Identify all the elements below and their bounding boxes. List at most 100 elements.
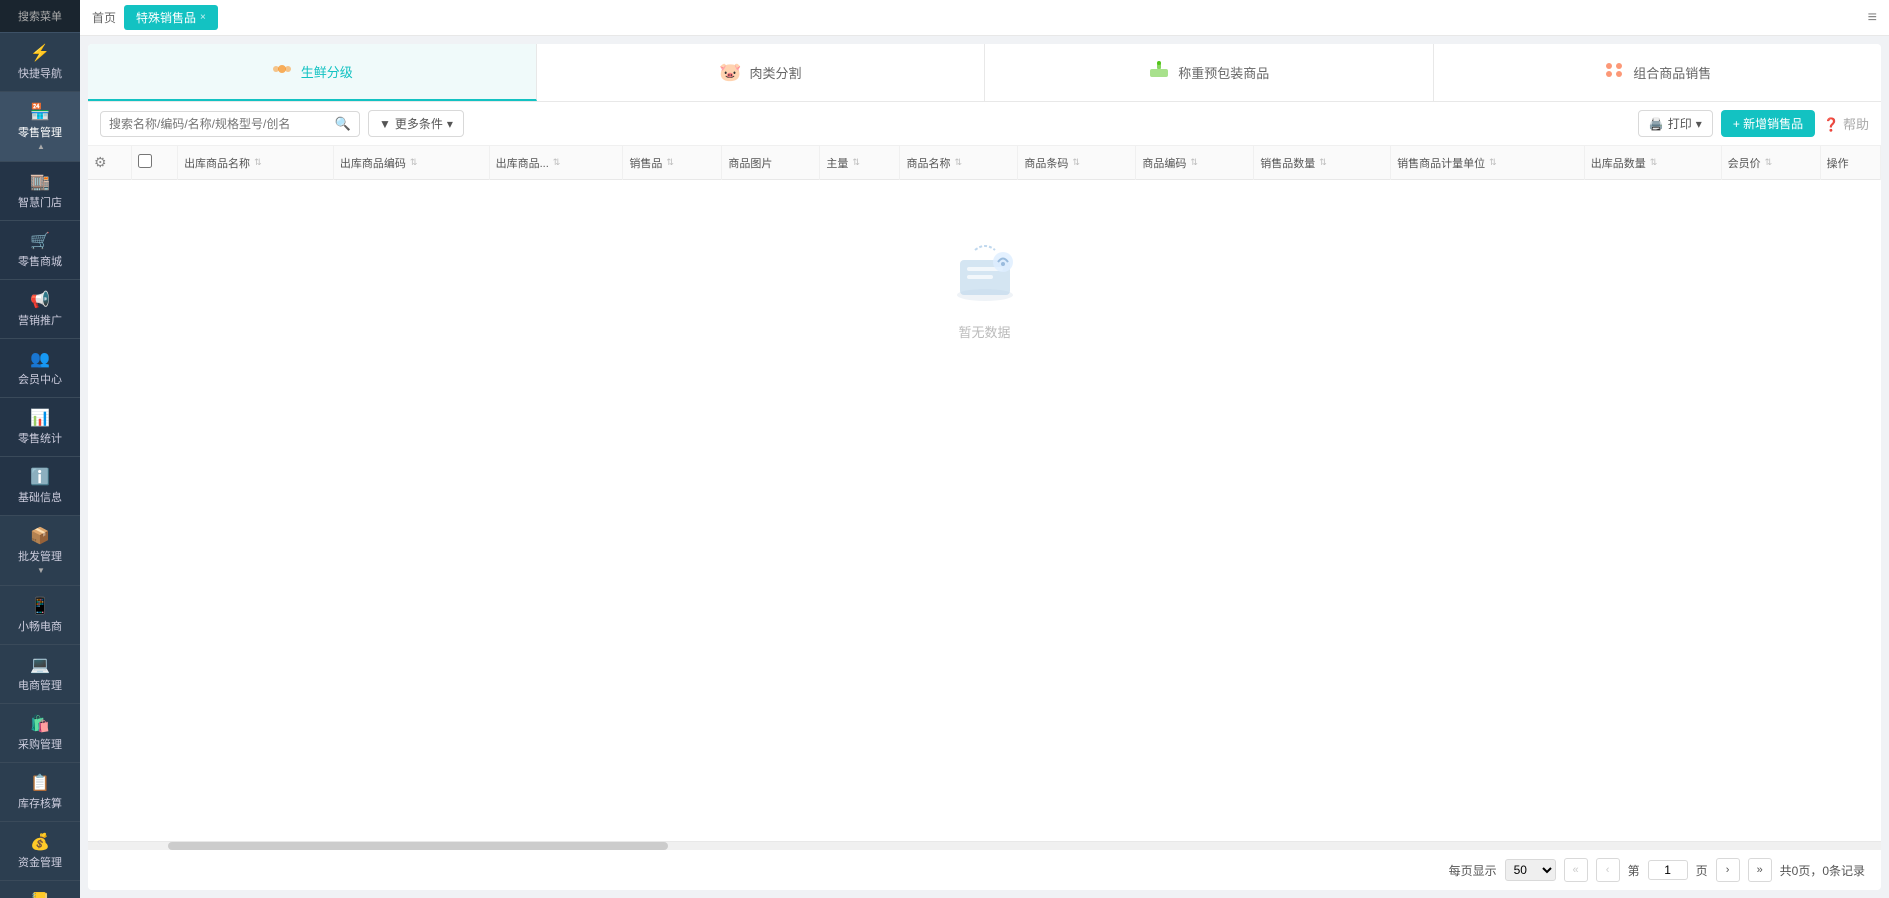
prev-page-button[interactable]: ‹ bbox=[1596, 858, 1620, 882]
col-checkbox[interactable] bbox=[131, 146, 177, 180]
sidebar-item-member-center[interactable]: 👥 会员中心 bbox=[0, 339, 80, 398]
col-out-goods-name[interactable]: 出库商品名称 ⇅ bbox=[178, 146, 334, 180]
total-label: 共0页，0条记录 bbox=[1780, 862, 1865, 879]
help-icon: ❓ bbox=[1823, 117, 1839, 132]
active-tab[interactable]: 特殊销售品 × bbox=[124, 5, 218, 30]
next-page-icon: › bbox=[1726, 864, 1730, 876]
sort-icon[interactable]: ⇅ bbox=[254, 157, 262, 168]
next-page-button[interactable]: › bbox=[1716, 858, 1740, 882]
empty-icon bbox=[945, 240, 1025, 310]
sidebar-item-label: 零售管理 bbox=[18, 124, 62, 140]
col-weight[interactable]: 主量 ⇅ bbox=[820, 146, 900, 180]
col-out-goods-code[interactable]: 出库商品编码 ⇅ bbox=[333, 146, 489, 180]
search-box[interactable]: 🔍 bbox=[100, 111, 360, 137]
page-number-input[interactable] bbox=[1648, 860, 1688, 880]
col-goods-image: 商品图片 bbox=[722, 146, 820, 180]
last-page-icon: » bbox=[1757, 864, 1763, 876]
sort-icon[interactable]: ⇅ bbox=[1489, 157, 1497, 168]
sidebar-item-mini-ecom[interactable]: 📱 小畅电商 bbox=[0, 586, 80, 645]
filter-arrow-icon: ▾ bbox=[447, 117, 453, 131]
filter-button[interactable]: ▼ 更多条件 ▾ bbox=[368, 110, 464, 137]
sort-icon[interactable]: ⇅ bbox=[852, 157, 860, 168]
sort-icon[interactable]: ⇅ bbox=[1650, 157, 1658, 168]
tab-fresh-grade[interactable]: 生鲜分级 bbox=[88, 44, 537, 101]
meat-cut-icon: 🐷 bbox=[719, 62, 741, 83]
horizontal-scrollbar[interactable] bbox=[88, 841, 1881, 849]
col-member-price[interactable]: 会员价 ⇅ bbox=[1721, 146, 1820, 180]
col-sales-goods[interactable]: 销售品 ⇅ bbox=[623, 146, 722, 180]
sidebar-item-retail-mall[interactable]: 🛒 零售商城 bbox=[0, 221, 80, 280]
print-label: 打印 bbox=[1668, 115, 1692, 132]
sort-icon[interactable]: ⇅ bbox=[1072, 157, 1080, 168]
purchase-mgmt-icon: 🛍️ bbox=[30, 714, 50, 734]
sidebar-item-label: 智慧门店 bbox=[18, 194, 62, 210]
sidebar-item-ecom-mgmt[interactable]: 💻 电商管理 bbox=[0, 645, 80, 704]
sidebar-item-retail-stats[interactable]: 📊 零售统计 bbox=[0, 398, 80, 457]
select-all-checkbox[interactable] bbox=[138, 154, 152, 168]
page-unit: 页 bbox=[1696, 862, 1708, 879]
sidebar-item-smart-store[interactable]: 🏬 智慧门店 bbox=[0, 162, 80, 221]
search-icon[interactable]: 🔍 bbox=[335, 116, 351, 132]
tab-meat-cut[interactable]: 🐷 肉类分割 bbox=[537, 44, 986, 101]
col-settings[interactable]: ⚙ bbox=[88, 146, 131, 180]
last-page-button[interactable]: » bbox=[1748, 858, 1772, 882]
sidebar-item-basic-info[interactable]: ℹ️ 基础信息 bbox=[0, 457, 80, 516]
sidebar-item-label: 库存核算 bbox=[18, 795, 62, 811]
sidebar-item-label: 会员中心 bbox=[18, 371, 62, 387]
retail-stats-icon: 📊 bbox=[30, 408, 50, 428]
tab-combo-sales[interactable]: 组合商品销售 bbox=[1434, 44, 1882, 101]
sidebar-item-label: 快捷导航 bbox=[18, 65, 62, 81]
home-tab[interactable]: 首页 bbox=[92, 9, 116, 26]
sort-icon[interactable]: ⇅ bbox=[954, 157, 962, 168]
table-header-row: ⚙ 出库商品名称 ⇅ 出库商 bbox=[88, 146, 1881, 180]
tab-combo-sales-label: 组合商品销售 bbox=[1633, 63, 1711, 82]
general-ledger-icon: 📒 bbox=[30, 891, 50, 898]
sidebar-item-retail-mgmt[interactable]: 🏪 零售管理 bbox=[0, 92, 80, 162]
sidebar-item-batch-mgmt[interactable]: 📦 批发管理 bbox=[0, 516, 80, 586]
sidebar-item-sales-promo[interactable]: 📢 营销推广 bbox=[0, 280, 80, 339]
col-sales-unit[interactable]: 销售商品计量单位 ⇅ bbox=[1391, 146, 1585, 180]
sidebar-item-quick-nav[interactable]: ⚡ 快捷导航 bbox=[0, 33, 80, 92]
help-button[interactable]: ❓ 帮助 bbox=[1823, 114, 1869, 133]
retail-mall-icon: 🛒 bbox=[30, 231, 50, 251]
fresh-grade-icon bbox=[271, 58, 293, 85]
add-button-label: + 新增销售品 bbox=[1733, 115, 1803, 132]
sort-icon[interactable]: ⇅ bbox=[1319, 157, 1327, 168]
sort-icon[interactable]: ⇅ bbox=[1190, 157, 1198, 168]
sidebar-item-stock-settle[interactable]: 📋 库存核算 bbox=[0, 763, 80, 822]
scrollbar-thumb[interactable] bbox=[168, 842, 668, 850]
per-page-select[interactable]: 50 10 20 100 bbox=[1505, 859, 1556, 881]
smart-store-icon: 🏬 bbox=[30, 172, 50, 192]
table-container: ⚙ 出库商品名称 ⇅ 出库商 bbox=[88, 146, 1881, 841]
col-out-goods-spec[interactable]: 出库商品... ⇅ bbox=[489, 146, 623, 180]
sort-icon[interactable]: ⇅ bbox=[666, 157, 674, 168]
first-page-button[interactable]: « bbox=[1564, 858, 1588, 882]
sidebar-item-purchase-mgmt[interactable]: 🛍️ 采购管理 bbox=[0, 704, 80, 763]
sort-icon[interactable]: ⇅ bbox=[410, 157, 418, 168]
topbar: 首页 特殊销售品 × ≡ bbox=[80, 0, 1889, 36]
sort-icon[interactable]: ⇅ bbox=[1765, 157, 1773, 168]
search-input[interactable] bbox=[109, 117, 331, 131]
sidebar-search[interactable]: 搜索菜单 bbox=[0, 0, 80, 33]
tab-weight-prepack[interactable]: 称重预包装商品 bbox=[985, 44, 1434, 101]
sidebar-item-label: 基础信息 bbox=[18, 489, 62, 505]
column-settings-icon[interactable]: ⚙ bbox=[94, 154, 107, 170]
add-button[interactable]: + 新增销售品 bbox=[1721, 110, 1815, 137]
weight-prepack-icon bbox=[1148, 59, 1170, 86]
toolbar-right: 🖨️ 打印 ▾ + 新增销售品 ❓ 帮助 bbox=[1638, 110, 1869, 137]
sidebar-item-finance-mgmt[interactable]: 💰 资金管理 bbox=[0, 822, 80, 881]
toggle-sidebar-icon[interactable]: ≡ bbox=[1868, 9, 1877, 27]
prev-page-icon: ‹ bbox=[1606, 864, 1610, 876]
col-sales-qty[interactable]: 销售品数量 ⇅ bbox=[1254, 146, 1391, 180]
per-page-label: 每页显示 bbox=[1449, 862, 1497, 879]
sort-icon[interactable]: ⇅ bbox=[553, 157, 561, 168]
col-goods-barcode[interactable]: 商品条码 ⇅ bbox=[1018, 146, 1136, 180]
print-button[interactable]: 🖨️ 打印 ▾ bbox=[1638, 110, 1713, 137]
empty-state: 暂无数据 bbox=[88, 180, 1881, 401]
col-goods-code[interactable]: 商品编码 ⇅ bbox=[1136, 146, 1254, 180]
content-area: 生鲜分级 🐷 肉类分割 称重预包装商品 组合商品销售 bbox=[88, 44, 1881, 890]
col-out-qty[interactable]: 出库品数量 ⇅ bbox=[1584, 146, 1721, 180]
close-tab-icon[interactable]: × bbox=[200, 12, 206, 23]
col-goods-name[interactable]: 商品名称 ⇅ bbox=[900, 146, 1018, 180]
sidebar-item-general-ledger[interactable]: 📒 总账管理 bbox=[0, 881, 80, 898]
